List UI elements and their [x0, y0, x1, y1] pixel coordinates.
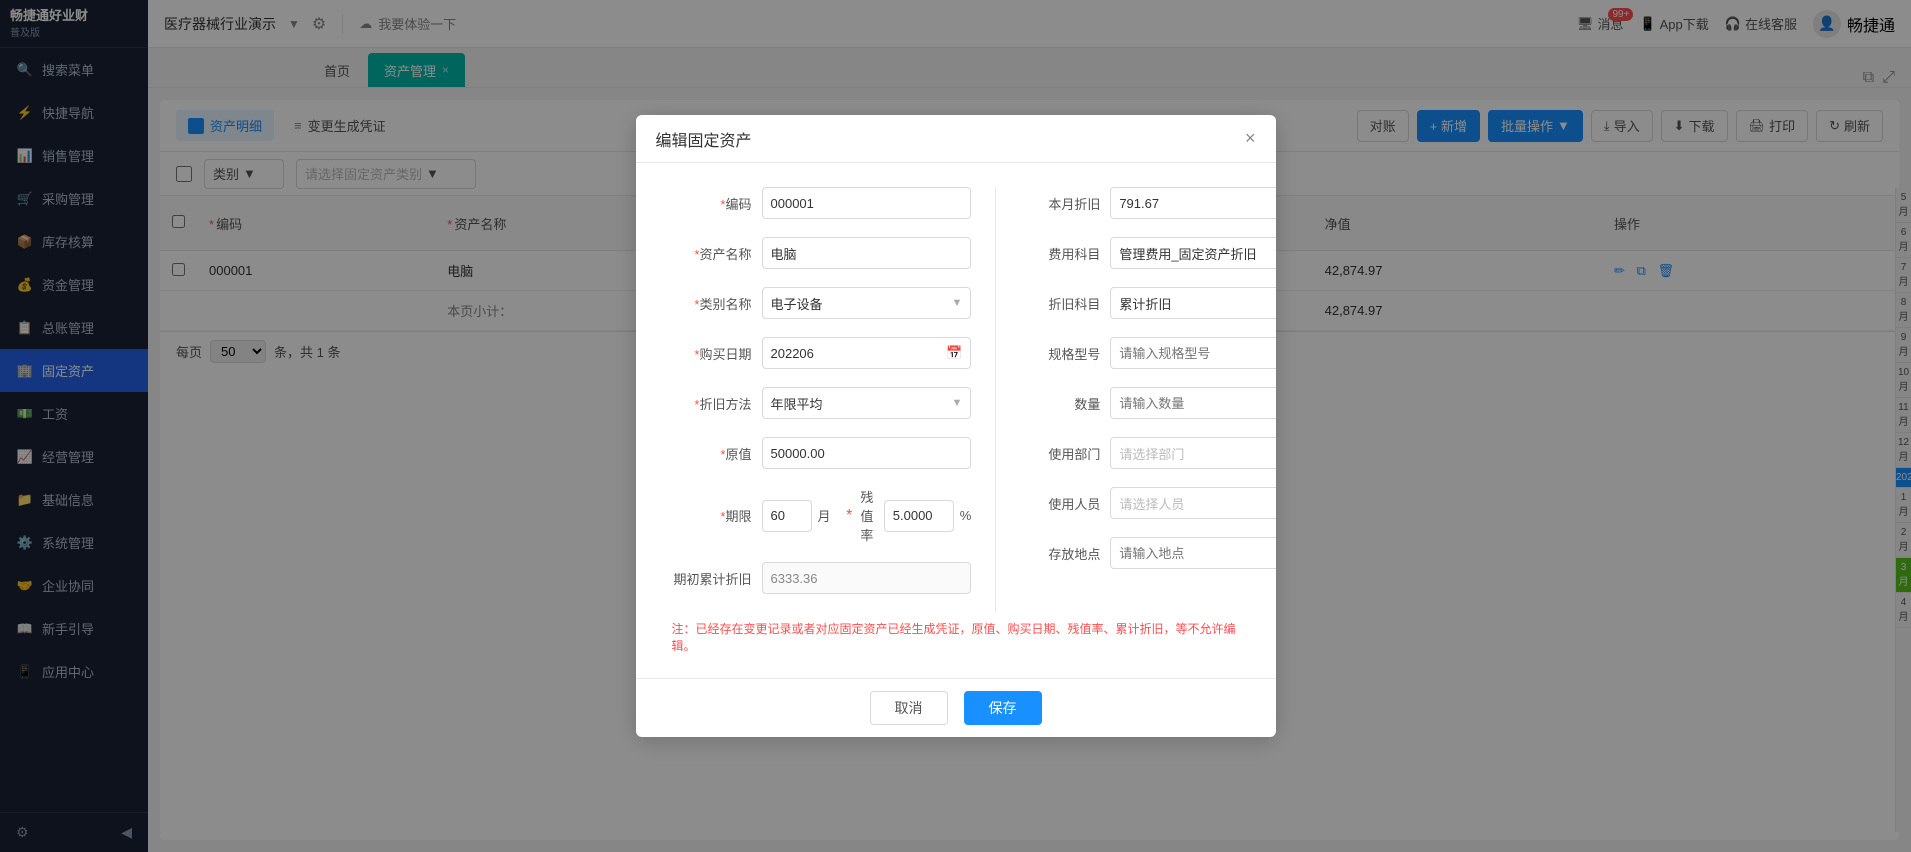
spec-label: 规格型号 — [1020, 344, 1100, 363]
location-input[interactable] — [1110, 537, 1275, 569]
period-input[interactable] — [762, 500, 812, 532]
modal-header: 编辑固定资产 × — [636, 115, 1276, 163]
dept-label: 使用部门 — [1020, 444, 1100, 463]
modal-footer: 取消 保存 — [636, 678, 1276, 737]
code-input[interactable] — [762, 187, 972, 219]
residual-required: * — [846, 507, 852, 525]
modal-right-col: 本月折旧 费用科目 管理费用_固定资产折旧▼ 折旧科目 累计折旧▼ 规格型号 数… — [996, 187, 1275, 612]
form-row-initial_dep: 期初累计折旧 — [656, 562, 988, 594]
residual-input[interactable] — [884, 500, 954, 532]
buy_date-label: *购买日期 — [672, 344, 752, 363]
expense_subject-select[interactable]: 管理费用_固定资产折旧▼ — [1110, 237, 1275, 269]
modal-note: 注：已经存在变更记录或者对应固定资产已经生成凭证，原值、购买日期、残值率、累计折… — [656, 612, 1256, 658]
monthly_dep-label: 本月折旧 — [1020, 194, 1100, 213]
arrow-icon: ▼ — [951, 397, 962, 409]
save-button[interactable]: 保存 — [964, 691, 1042, 725]
form-row-monthly_dep: 本月折旧 — [1004, 187, 1275, 219]
initial_dep-input — [762, 562, 972, 594]
form-row-code: *编码 — [656, 187, 988, 219]
modal-left-col: *编码 *资产名称 *类别名称 电子设备▼ *购买日期 202206📅 *折旧方… — [656, 187, 997, 612]
dep_method-select[interactable]: 年限平均▼ — [762, 387, 972, 419]
original_value-label: *原值 — [672, 444, 752, 463]
quantity-label: 数量 — [1020, 394, 1100, 413]
modal-close-icon[interactable]: × — [1245, 128, 1256, 149]
period-inline: 月 * 残值率 % — [762, 487, 972, 544]
form-row-buy_date: *购买日期 202206📅 — [656, 337, 988, 369]
buy_date-input[interactable]: 202206📅 — [762, 337, 972, 369]
dep_subject-label: 折旧科目 — [1020, 294, 1100, 313]
form-row-location: 存放地点 — [1004, 537, 1275, 569]
form-row-period: *期限 月 * 残值率 % — [656, 487, 988, 544]
form-row-asset_name: *资产名称 — [656, 237, 988, 269]
form-row-dept: 使用部门 请选择部门▼ — [1004, 437, 1275, 469]
form-row-person: 使用人员 请选择人员▼ — [1004, 487, 1275, 519]
period-label: *期限 — [672, 506, 752, 525]
form-row-spec: 规格型号 — [1004, 337, 1275, 369]
category-select[interactable]: 电子设备▼ — [762, 287, 972, 319]
dep_subject-select[interactable]: 累计折旧▼ — [1110, 287, 1275, 319]
form-row-expense_subject: 费用科目 管理费用_固定资产折旧▼ — [1004, 237, 1275, 269]
code-label: *编码 — [672, 194, 752, 213]
person-select[interactable]: 请选择人员▼ — [1110, 487, 1275, 519]
person-label: 使用人员 — [1020, 494, 1100, 513]
residual-unit: % — [960, 508, 972, 523]
dep_method-label: *折旧方法 — [672, 394, 752, 413]
form-row-dep_subject: 折旧科目 累计折旧▼ — [1004, 287, 1275, 319]
edit-modal: 编辑固定资产 × *编码 *资产名称 *类别名称 电子设备▼ *购买日期 — [636, 115, 1276, 737]
category-label: *类别名称 — [672, 294, 752, 313]
monthly_dep-input[interactable] — [1110, 187, 1275, 219]
form-row-original_value: *原值 — [656, 437, 988, 469]
cancel-button[interactable]: 取消 — [870, 691, 948, 725]
modal-overlay: 编辑固定资产 × *编码 *资产名称 *类别名称 电子设备▼ *购买日期 — [0, 0, 1911, 852]
calendar-icon: 📅 — [946, 345, 962, 361]
spec-input[interactable] — [1110, 337, 1275, 369]
asset_name-label: *资产名称 — [672, 244, 752, 263]
modal-body: *编码 *资产名称 *类别名称 电子设备▼ *购买日期 202206📅 *折旧方… — [636, 163, 1276, 678]
modal-title: 编辑固定资产 — [656, 127, 752, 151]
asset_name-input[interactable] — [762, 237, 972, 269]
arrow-icon: ▼ — [951, 297, 962, 309]
period-unit: 月 — [818, 506, 831, 525]
form-row-quantity: 数量 — [1004, 387, 1275, 419]
expense_subject-label: 费用科目 — [1020, 244, 1100, 263]
original_value-input[interactable] — [762, 437, 972, 469]
quantity-input[interactable] — [1110, 387, 1275, 419]
form-row-category: *类别名称 电子设备▼ — [656, 287, 988, 319]
initial_dep-label: 期初累计折旧 — [672, 569, 752, 588]
location-label: 存放地点 — [1020, 544, 1100, 563]
form-row-dep_method: *折旧方法 年限平均▼ — [656, 387, 988, 419]
dept-select[interactable]: 请选择部门▼ — [1110, 437, 1275, 469]
residual-label: 残值率 — [860, 487, 877, 544]
